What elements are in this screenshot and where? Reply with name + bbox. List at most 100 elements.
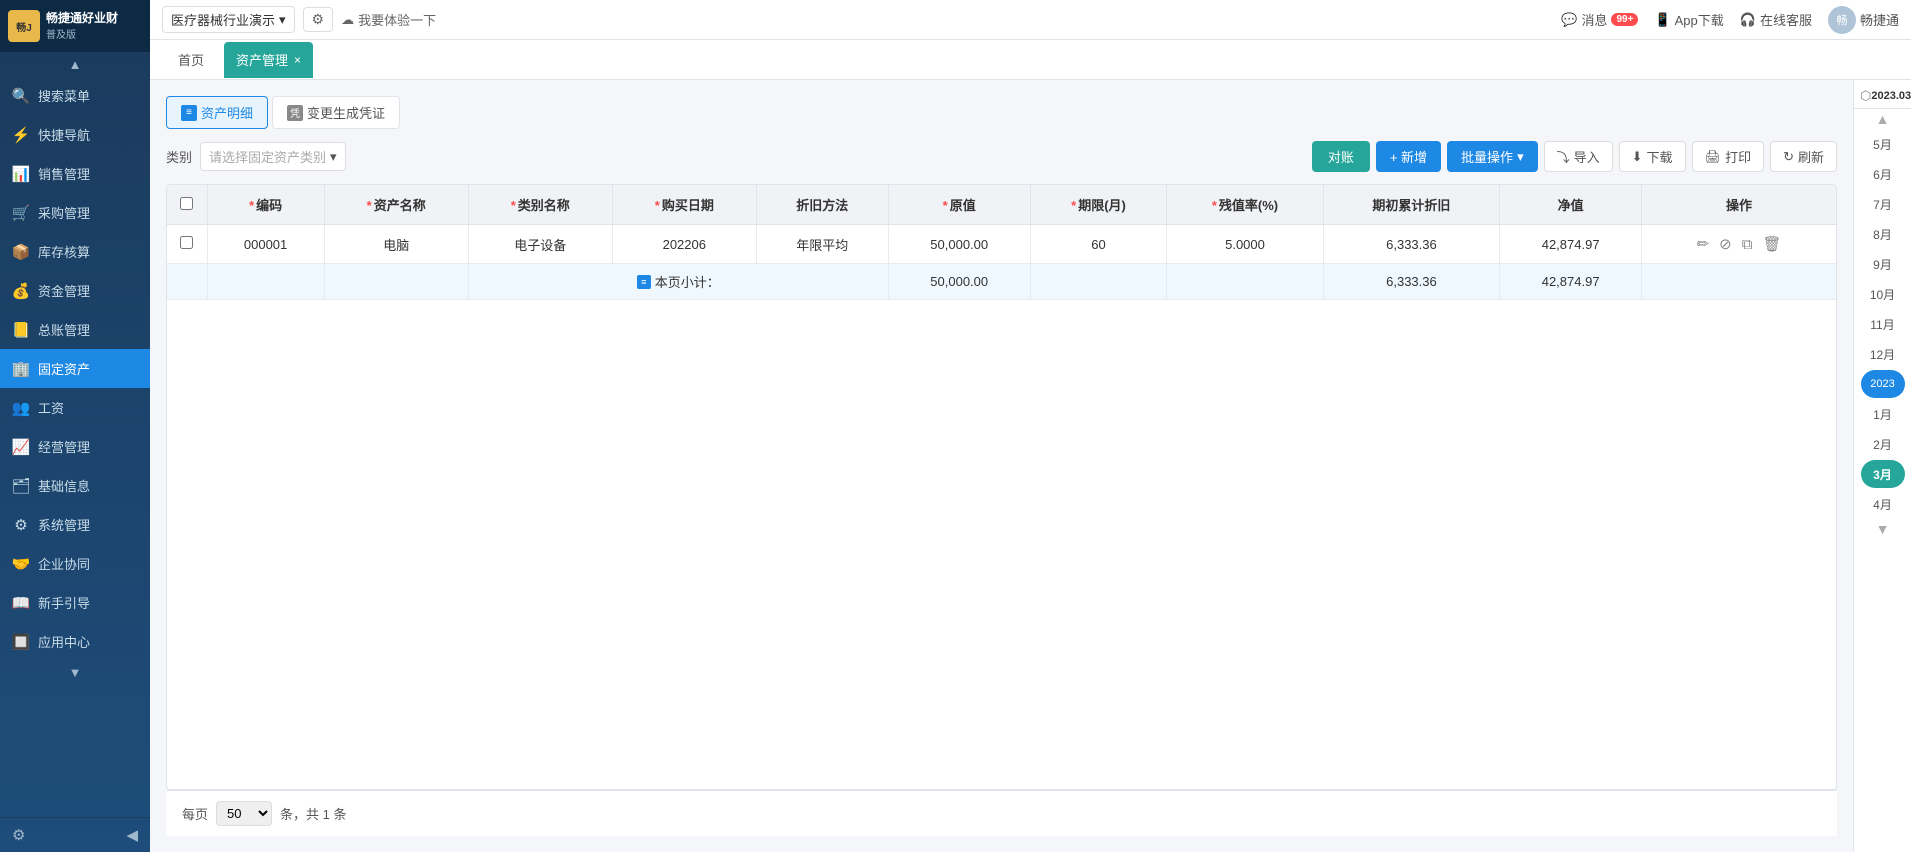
reconcile-btn[interactable]: 对账 xyxy=(1312,141,1370,172)
app-download-icon: 📱 xyxy=(1654,12,1670,28)
cell-net-value: 42,874.97 xyxy=(1500,225,1642,264)
chevron-down-icon: ▾ xyxy=(279,12,286,28)
date-month-item[interactable]: 5月 xyxy=(1861,130,1905,158)
subtotal-label-cell: ≡ 本页小计： xyxy=(468,264,888,300)
experience-btn[interactable]: ☁ 我要体验一下 xyxy=(341,10,436,29)
company-selector[interactable]: 医疗器械行业演示 ▾ xyxy=(162,6,295,33)
sidebar-item-enterprise[interactable]: 🤝企业协同 xyxy=(0,544,150,583)
sidebar-item-search-menu[interactable]: 🔍搜索菜单 xyxy=(0,76,150,115)
sidebar-item-app-center[interactable]: 🔲应用中心 xyxy=(0,622,150,661)
delete-btn[interactable]: 🗑 xyxy=(1760,233,1783,255)
date-month-item[interactable]: 11月 xyxy=(1861,310,1905,338)
date-month-item[interactable]: 7月 xyxy=(1861,190,1905,218)
sub-tab-change-voucher[interactable]: 凭 变更生成凭证 xyxy=(272,96,400,129)
cell-category: 电子设备 xyxy=(468,225,612,264)
panel-expand-btn[interactable]: ⬡ xyxy=(1860,88,1871,104)
header-original-value: *原值 xyxy=(888,185,1030,225)
download-btn[interactable]: ⬇ 下载 xyxy=(1619,141,1686,172)
online-service-action[interactable]: 🎧 在线客服 xyxy=(1740,10,1812,29)
date-month-item[interactable]: 2月 xyxy=(1861,430,1905,458)
refresh-btn[interactable]: ↻ 刷新 xyxy=(1770,141,1837,172)
date-month-item[interactable]: 12月 xyxy=(1861,340,1905,368)
sidebar-item-ledger[interactable]: 📒总账管理 xyxy=(0,310,150,349)
date-year-label[interactable]: 2023 xyxy=(1861,370,1905,398)
copy-btn[interactable]: ⧉ xyxy=(1740,234,1755,255)
sub-tab-asset-detail[interactable]: ≡ 资产明细 xyxy=(166,96,268,129)
sidebar-collapse-btn[interactable]: ◀ xyxy=(126,826,138,844)
tab-close-btn[interactable]: × xyxy=(294,53,301,67)
search-menu-icon: 🔍 xyxy=(12,87,30,105)
sidebar-item-fixed-assets[interactable]: 🏢固定资产 xyxy=(0,349,150,388)
sidebar-item-fund[interactable]: 💰资金管理 xyxy=(0,271,150,310)
headset-icon: 🎧 xyxy=(1740,12,1756,28)
tab-asset-management[interactable]: 资产管理 × xyxy=(224,42,313,78)
subtotal-empty-3 xyxy=(324,264,468,300)
sidebar-items: 🔍搜索菜单⚡快捷导航📊销售管理🛒采购管理📦库存核算💰资金管理📒总账管理🏢固定资产… xyxy=(0,76,150,661)
sidebar: 畅J 畅捷通好业财 普及版 ▲ 🔍搜索菜单⚡快捷导航📊销售管理🛒采购管理📦库存核… xyxy=(0,0,150,852)
fixed-assets-icon: 🏢 xyxy=(12,360,30,378)
sidebar-item-operations[interactable]: 📈经营管理 xyxy=(0,427,150,466)
date-month-item[interactable]: 6月 xyxy=(1861,160,1905,188)
main-panel: ≡ 资产明细 凭 变更生成凭证 类别 请选择固定资产类别 ▾ xyxy=(150,80,1853,852)
subtotal-icon: ≡ xyxy=(637,275,651,289)
date-month-item[interactable]: 4月 xyxy=(1861,490,1905,518)
user-avatar: 畅 xyxy=(1828,6,1856,34)
edit-btn[interactable]: ✏ xyxy=(1695,233,1712,255)
date-month-item[interactable]: 3月 xyxy=(1861,460,1905,488)
sidebar-item-guide[interactable]: 📖 新手引导 xyxy=(0,583,150,622)
import-icon: ⤵ xyxy=(1557,147,1570,166)
sidebar-scroll-up[interactable]: ▲ xyxy=(0,53,150,76)
user-profile[interactable]: 畅 畅捷通 xyxy=(1828,6,1899,34)
header-net-value: 净值 xyxy=(1500,185,1642,225)
sidebar-item-purchase[interactable]: 🛒采购管理 xyxy=(0,193,150,232)
header-name: *资产名称 xyxy=(324,185,468,225)
sidebar-scroll-down[interactable]: ▼ xyxy=(0,661,150,684)
date-month-item[interactable]: 1月 xyxy=(1861,400,1905,428)
per-page-select[interactable]: 50 100 200 xyxy=(216,801,272,826)
row-checkbox[interactable] xyxy=(180,236,193,249)
sidebar-item-inventory[interactable]: 📦库存核算 xyxy=(0,232,150,271)
tab-home[interactable]: 首页 xyxy=(166,40,216,79)
topbar-settings-btn[interactable]: ⚙ xyxy=(303,7,334,32)
sidebar-settings-btn[interactable]: ⚙ xyxy=(12,826,25,844)
app-download-action[interactable]: 📱 App下载 xyxy=(1654,10,1723,29)
print-btn[interactable]: 🖨 打印 xyxy=(1692,141,1765,172)
cell-period: 60 xyxy=(1030,225,1167,264)
message-action[interactable]: 💬 消息 99+ xyxy=(1561,10,1638,29)
message-icon: 💬 xyxy=(1561,12,1577,28)
sidebar-item-quick-nav[interactable]: ⚡快捷导航 xyxy=(0,115,150,154)
subtotal-label-text: 本页小计： xyxy=(655,272,720,291)
company-name: 医疗器械行业演示 xyxy=(171,10,275,29)
refresh-icon: ↻ xyxy=(1783,149,1794,165)
enterprise-icon: 🤝 xyxy=(12,555,30,573)
disable-btn[interactable]: ⊘ xyxy=(1717,233,1734,255)
right-panel-header: 2023.03 xyxy=(1871,90,1911,102)
sidebar-item-sales[interactable]: 📊销售管理 xyxy=(0,154,150,193)
sidebar-item-label: 经营管理 xyxy=(38,437,90,456)
header-checkbox-cell xyxy=(167,185,207,225)
sidebar-item-system[interactable]: ⚙系统管理 xyxy=(0,505,150,544)
date-scroll-up-btn[interactable]: ▲ xyxy=(1874,109,1892,129)
sidebar-item-payroll[interactable]: 👥工资 xyxy=(0,388,150,427)
total-label: 条，共 1 条 xyxy=(280,804,346,823)
import-btn[interactable]: ⤵ 导入 xyxy=(1544,141,1613,172)
date-month-item[interactable]: 10月 xyxy=(1861,280,1905,308)
select-all-checkbox[interactable] xyxy=(180,197,193,210)
cell-initial-depreciation: 6,333.36 xyxy=(1323,225,1499,264)
sidebar-item-label: 新手引导 xyxy=(38,593,90,612)
add-btn[interactable]: + 新增 xyxy=(1376,141,1441,172)
guide-icon: 📖 xyxy=(12,594,30,612)
header-purchase-date: *购买日期 xyxy=(612,185,756,225)
date-month-item[interactable]: 9月 xyxy=(1861,250,1905,278)
sidebar-item-label: 应用中心 xyxy=(38,632,90,651)
sidebar-version: 普及版 xyxy=(46,26,118,41)
download-icon: ⬇ xyxy=(1632,149,1643,165)
topbar: 医疗器械行业演示 ▾ ⚙ ☁ 我要体验一下 💬 消息 99+ 📱 App下载 🎧… xyxy=(150,0,1911,40)
batch-btn[interactable]: 批量操作 ▾ xyxy=(1447,141,1538,172)
date-scroll-down-btn[interactable]: ▼ xyxy=(1874,519,1892,539)
table-body: 000001 电脑 电子设备 202206 年限平均 50,000.00 60 … xyxy=(167,225,1836,300)
sidebar-item-basic-info[interactable]: 🗂基础信息 xyxy=(0,466,150,505)
filter-select[interactable]: 请选择固定资产类别 ▾ xyxy=(200,142,346,171)
cell-actions: ✏ ⊘ ⧉ 🗑 xyxy=(1642,225,1836,264)
date-month-item[interactable]: 8月 xyxy=(1861,220,1905,248)
